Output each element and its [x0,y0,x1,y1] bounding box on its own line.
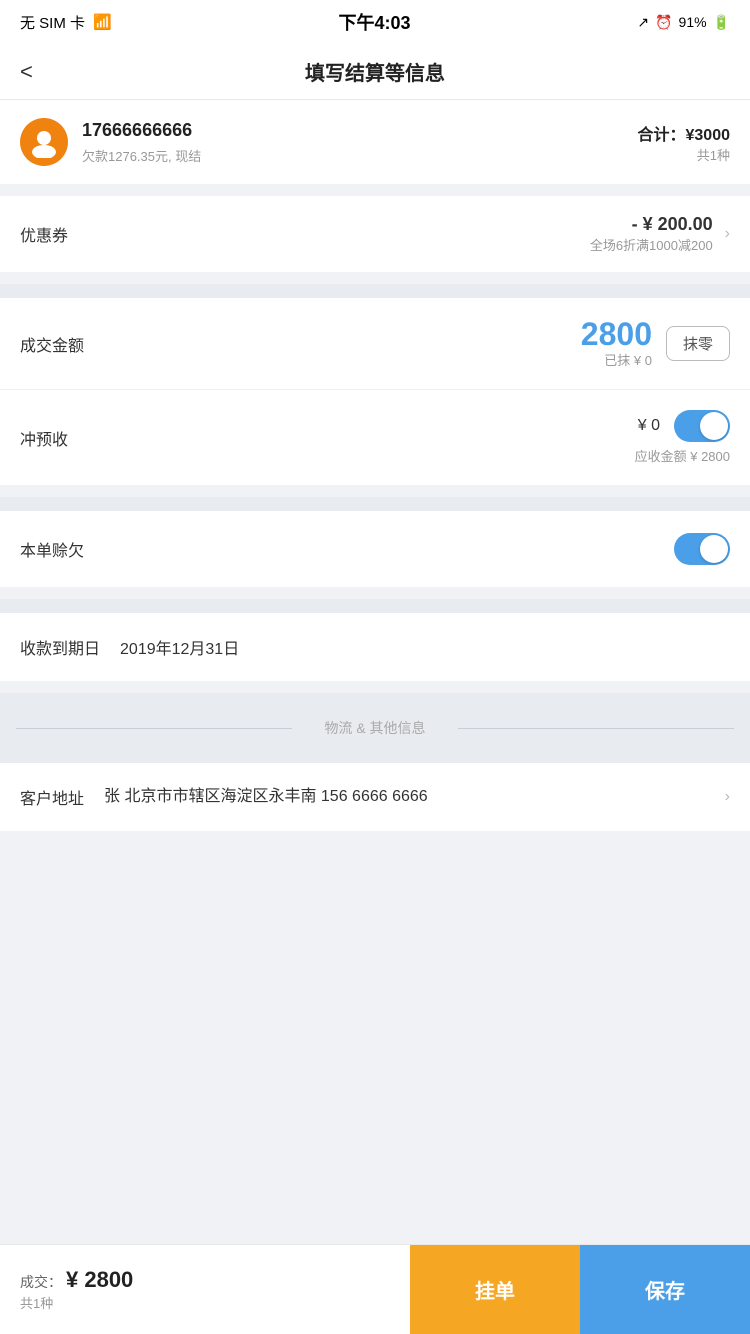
prepayment-value: ¥ 0 [638,417,660,435]
prepayment-label: 冲预收 [20,426,68,450]
total-count: 共1种 [638,145,731,164]
deal-amount-row: 成交金额 2800 已抹 ¥ 0 抹零 [0,298,750,390]
prepayment-sub: 应收金额 ¥ 2800 [635,446,730,465]
status-left: 无 SIM 卡 📶 [20,12,112,33]
alarm-icon: ⏰ [655,14,672,31]
customer-info-card: 17666666666 欠款1276.35元, 现结 合计：¥3000 共1种 [0,100,750,184]
coupon-row[interactable]: 优惠券 - ¥ 200.00 全场6折满1000减200 › [0,196,750,272]
due-date-row: 收款到期日 2019年12月31日 [0,613,750,681]
page-title: 填写结算等信息 [305,57,445,86]
coupon-chevron-icon: › [725,225,730,243]
toggle-knob [700,412,728,440]
due-date-value: 2019年12月31日 [120,635,239,659]
coupon-discount: - ¥ 200.00 [590,214,713,235]
coupon-right: - ¥ 200.00 全场6折满1000减200 › [590,214,730,254]
battery-label: 91% [679,14,707,30]
footer-deal-label: 成交： [20,1272,62,1292]
credit-debt-label: 本单赊欠 [20,537,84,561]
prepayment-top: ¥ 0 [638,410,730,442]
gray-divider-5 [0,749,750,763]
customer-phone: 17666666666 [82,120,201,141]
address-chevron-icon: › [725,788,730,806]
logistics-divider-text: 物流 & 其他信息 [324,718,425,738]
credit-debt-toggle-knob [700,535,728,563]
location-icon: ↗ [637,14,649,31]
logistics-divider: 物流 & 其他信息 [0,707,750,749]
gray-divider-2 [0,497,750,511]
due-date-label: 收款到期日 [20,635,100,659]
divider-line-left [16,728,292,729]
form-card-2: 本单赊欠 [0,511,750,587]
status-bar: 无 SIM 卡 📶 下午4:03 ↗ ⏰ 91% 🔋 [0,0,750,44]
credit-debt-row: 本单赊欠 [0,511,750,587]
back-button[interactable]: < [20,59,33,85]
save-button[interactable]: 保存 [580,1245,750,1334]
address-value: 张 北京市市辖区海淀区永丰南 156 6666 6666 [104,785,717,809]
footer-amount: ¥ 2800 [66,1267,133,1293]
footer-info: 成交： ¥ 2800 共1种 [0,1267,410,1312]
address-row[interactable]: 客户地址 张 北京市市辖区海淀区永丰南 156 6666 6666 › [0,763,750,831]
prepayment-right: ¥ 0 应收金额 ¥ 2800 [635,410,730,465]
prepayment-toggle[interactable] [674,410,730,442]
battery-icon: 🔋 [713,14,730,31]
status-time: 下午4:03 [339,9,411,35]
footer-count: 共1种 [20,1293,390,1312]
gray-divider-1 [0,284,750,298]
prepayment-row: 冲预收 ¥ 0 应收金额 ¥ 2800 [0,390,750,485]
footer: 成交： ¥ 2800 共1种 挂单 保存 [0,1244,750,1334]
suspend-button[interactable]: 挂单 [410,1245,580,1334]
round-zero-button[interactable]: 抹零 [666,326,730,361]
bottom-gray-area [0,831,750,911]
customer-details: 17666666666 欠款1276.35元, 现结 [82,120,201,165]
customer-left: 17666666666 欠款1276.35元, 现结 [20,118,201,166]
status-right: ↗ ⏰ 91% 🔋 [637,14,730,31]
form-card-3: 收款到期日 2019年12月31日 [0,613,750,681]
avatar [20,118,68,166]
coupon-label: 优惠券 [20,222,68,246]
coupon-desc: 全场6折满1000减200 [590,235,713,254]
deal-amount-value: 2800 [581,318,652,350]
customer-debt: 欠款1276.35元, 现结 [82,146,201,165]
gray-divider-3 [0,599,750,613]
deal-amount-label: 成交金额 [20,332,84,356]
divider-line-right [458,728,734,729]
content-area: 17666666666 欠款1276.35元, 现结 合计：¥3000 共1种 … [0,100,750,1011]
wifi-icon: 📶 [93,13,112,31]
nav-bar: < 填写结算等信息 [0,44,750,100]
customer-total: 合计：¥3000 共1种 [638,121,731,164]
credit-debt-toggle[interactable] [674,533,730,565]
deal-amount-sub: 已抹 ¥ 0 [581,350,652,369]
form-card-1: 成交金额 2800 已抹 ¥ 0 抹零 冲预收 ¥ 0 应收金额 ¥ 2800 [0,298,750,485]
address-label: 客户地址 [20,785,84,809]
gray-divider-4 [0,693,750,707]
sim-label: 无 SIM 卡 [20,12,85,33]
deal-amount-right: 2800 已抹 ¥ 0 抹零 [581,318,730,369]
total-amount: 合计：¥3000 [638,121,731,145]
